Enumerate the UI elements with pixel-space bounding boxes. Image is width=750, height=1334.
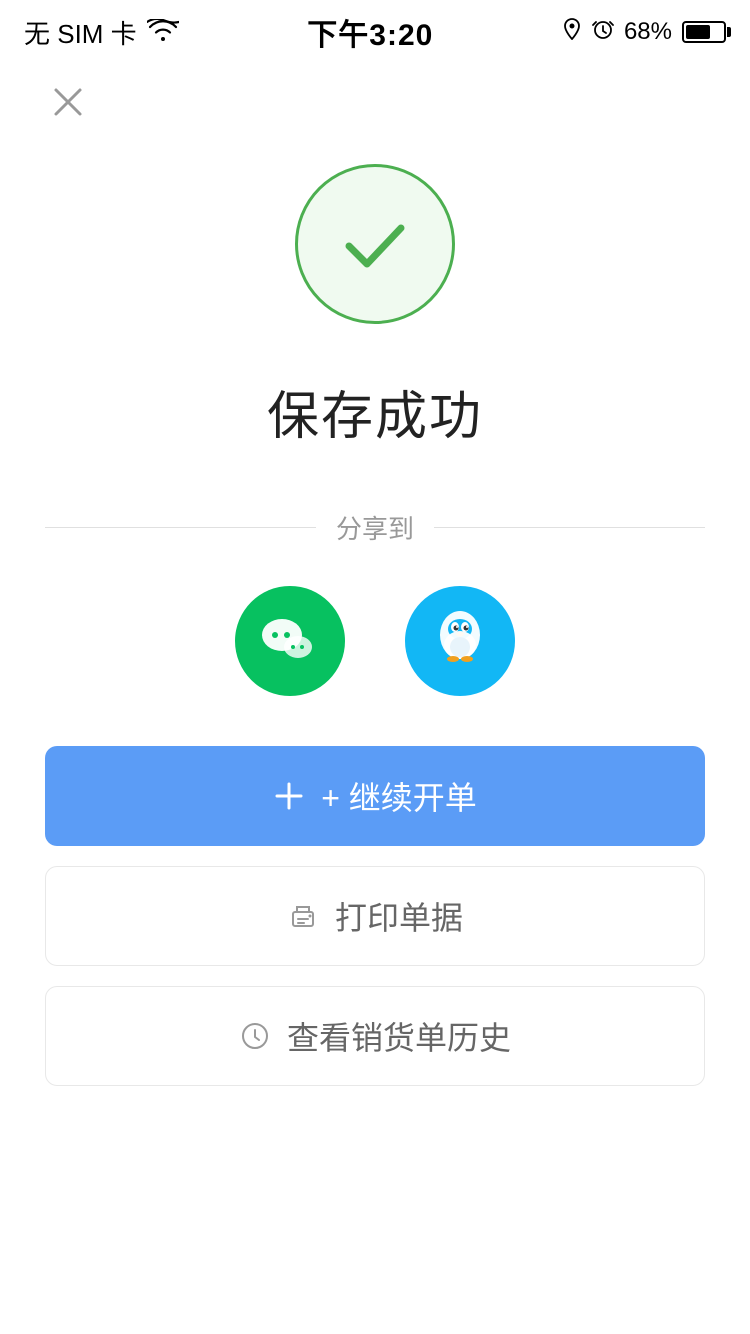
carrier-text: 无 SIM 卡	[24, 14, 137, 51]
wechat-share-button[interactable]	[235, 586, 345, 696]
divider-left	[45, 527, 316, 528]
print-icon	[287, 900, 319, 932]
battery-icon	[682, 21, 726, 43]
history-button[interactable]: 查看销货单历史	[45, 986, 705, 1086]
share-section: 分享到	[0, 509, 750, 696]
close-button[interactable]	[40, 74, 96, 130]
action-buttons: + 继续开单 打印单据 查看销货单历史	[45, 746, 705, 1086]
wechat-icon	[260, 615, 320, 667]
print-label: 打印单据	[335, 893, 463, 939]
status-right: 68%	[562, 18, 726, 47]
checkmark-icon	[335, 204, 415, 284]
alarm-icon	[592, 18, 614, 47]
share-label: 分享到	[336, 509, 414, 546]
share-divider-row: 分享到	[45, 509, 705, 546]
location-icon	[562, 18, 582, 47]
success-icon-circle	[295, 164, 455, 324]
carrier-wifi: 无 SIM 卡	[24, 14, 179, 51]
qq-share-button[interactable]	[405, 586, 515, 696]
divider-right	[434, 527, 705, 528]
continue-button[interactable]: + 继续开单	[45, 746, 705, 846]
print-button[interactable]: 打印单据	[45, 866, 705, 966]
history-icon	[239, 1020, 271, 1052]
battery-percent: 68%	[624, 18, 672, 46]
status-bar: 无 SIM 卡 下午3:20 68%	[0, 0, 750, 64]
continue-label: + 继续开单	[321, 773, 477, 819]
time-display: 下午3:20	[307, 10, 433, 54]
main-content: 保存成功 分享到	[0, 64, 750, 1086]
success-title: 保存成功	[267, 374, 483, 449]
plus-icon	[273, 780, 305, 812]
share-icons-row	[235, 586, 515, 696]
qq-icon	[429, 607, 491, 675]
history-label: 查看销货单历史	[287, 1013, 511, 1059]
wifi-icon	[147, 17, 179, 48]
